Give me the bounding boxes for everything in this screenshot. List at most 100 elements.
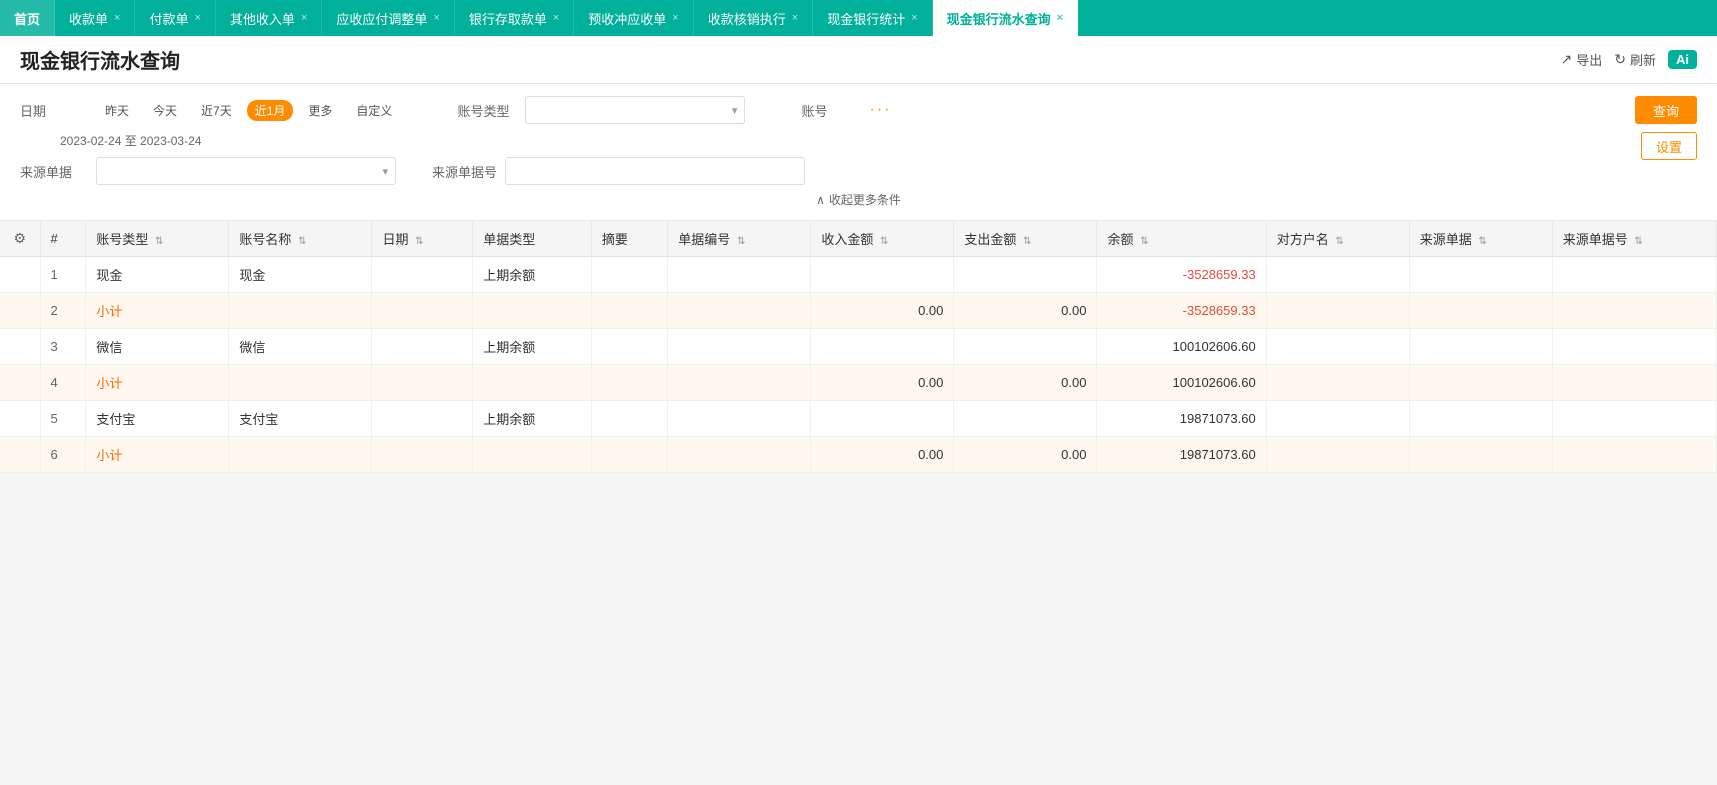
- col-summary: 摘要: [591, 221, 667, 257]
- cell-doc-type: [473, 437, 592, 473]
- cell-empty: [0, 257, 40, 293]
- sort-expense-icon[interactable]: ⇅: [1023, 236, 1031, 247]
- date-btn-yesterday[interactable]: 昨天: [96, 99, 138, 122]
- close-pre-receipt-icon[interactable]: ×: [672, 12, 678, 24]
- account-type-select[interactable]: [525, 96, 745, 124]
- cell-counterparty: [1266, 401, 1409, 437]
- col-doc-no[interactable]: 单据编号 ⇅: [668, 221, 811, 257]
- table-row: 4 小计 0.00 0.00 100102606.60: [0, 365, 1717, 401]
- cell-doc-no: [668, 293, 811, 329]
- column-settings-icon[interactable]: ⚙: [13, 230, 26, 246]
- cell-account-name: 微信: [229, 329, 372, 365]
- cell-account-type: 现金: [86, 257, 229, 293]
- cell-account-name: 支付宝: [229, 401, 372, 437]
- query-button[interactable]: 查询: [1635, 96, 1697, 124]
- cell-source-doc-no: [1552, 437, 1716, 473]
- cell-num: 1: [40, 257, 86, 293]
- close-receipt-verify-icon[interactable]: ×: [792, 12, 798, 24]
- sort-source-doc-no-icon[interactable]: ⇅: [1634, 236, 1642, 247]
- col-source-doc[interactable]: 来源单据 ⇅: [1409, 221, 1552, 257]
- export-icon: ↗: [1561, 51, 1573, 68]
- nav-pre-receipt[interactable]: 预收冲应收单 ×: [574, 0, 693, 36]
- cell-doc-no: [668, 257, 811, 293]
- sort-account-type-icon[interactable]: ⇅: [155, 236, 163, 247]
- date-options: 昨天 今天 近7天 近1月 更多 自定义: [96, 99, 401, 122]
- col-account-type[interactable]: 账号类型 ⇅: [86, 221, 229, 257]
- cell-counterparty: [1266, 437, 1409, 473]
- close-cash-bank-stat-icon[interactable]: ×: [911, 12, 917, 24]
- nav-receipt-verify[interactable]: 收款核销执行 ×: [694, 0, 813, 36]
- account-ellipsis-button[interactable]: ···: [869, 101, 891, 119]
- source-doc-select[interactable]: [96, 157, 396, 185]
- close-ar-ap-icon[interactable]: ×: [433, 12, 439, 24]
- table-header-row: ⚙ # 账号类型 ⇅ 账号名称 ⇅ 日期 ⇅ 单据类型: [0, 221, 1717, 257]
- nav-cash-bank-flow[interactable]: 现金银行流水查询 ×: [933, 0, 1078, 36]
- col-income[interactable]: 收入金额 ⇅: [811, 221, 954, 257]
- cell-balance: 100102606.60: [1097, 365, 1266, 401]
- source-doc-no-input[interactable]: [505, 157, 805, 185]
- close-receipt-icon[interactable]: ×: [114, 12, 120, 24]
- col-counterparty[interactable]: 对方户名 ⇅: [1266, 221, 1409, 257]
- nav-other-income[interactable]: 其他收入单 ×: [216, 0, 322, 36]
- col-num: #: [40, 221, 86, 257]
- nav-payment[interactable]: 付款单 ×: [135, 0, 215, 36]
- cell-income: 0.00: [811, 365, 954, 401]
- settings-button[interactable]: 设置: [1641, 132, 1697, 160]
- nav-home[interactable]: 首页: [0, 0, 55, 36]
- date-btn-today[interactable]: 今天: [144, 99, 186, 122]
- col-expense[interactable]: 支出金额 ⇅: [954, 221, 1097, 257]
- nav-cash-bank-stat[interactable]: 现金银行统计 ×: [813, 0, 932, 36]
- col-account-name[interactable]: 账号名称 ⇅: [229, 221, 372, 257]
- collapse-chevron-icon: ∧: [816, 193, 825, 207]
- right-buttons: 查询 设置: [1635, 96, 1697, 160]
- cell-source-doc-no: [1552, 293, 1716, 329]
- date-range-display: 2023-02-24 至 2023-03-24: [60, 134, 201, 148]
- cell-expense: [954, 401, 1097, 437]
- close-payment-icon[interactable]: ×: [194, 12, 200, 24]
- cell-date: [372, 329, 473, 365]
- date-btn-1month[interactable]: 近1月: [247, 100, 294, 121]
- cell-summary: [591, 437, 667, 473]
- date-btn-more[interactable]: 更多: [299, 99, 341, 122]
- cell-date: [372, 401, 473, 437]
- cell-account-type: 小计: [86, 365, 229, 401]
- cell-doc-type: 上期余额: [473, 329, 592, 365]
- cell-num: 5: [40, 401, 86, 437]
- export-button[interactable]: ↗ 导出: [1561, 50, 1603, 69]
- close-other-income-icon[interactable]: ×: [301, 12, 307, 24]
- cell-source-doc-no: [1552, 329, 1716, 365]
- nav-bank-deposit[interactable]: 银行存取款单 ×: [455, 0, 574, 36]
- close-cash-bank-flow-icon[interactable]: ×: [1057, 12, 1063, 24]
- col-source-doc-no[interactable]: 来源单据号 ⇅: [1552, 221, 1716, 257]
- sort-source-doc-icon[interactable]: ⇅: [1478, 236, 1486, 247]
- sort-doc-no-icon[interactable]: ⇅: [737, 236, 745, 247]
- sort-account-name-icon[interactable]: ⇅: [298, 236, 306, 247]
- cell-source-doc-no: [1552, 257, 1716, 293]
- cell-income: [811, 257, 954, 293]
- sort-date-icon[interactable]: ⇅: [415, 236, 423, 247]
- close-bank-deposit-icon[interactable]: ×: [553, 12, 559, 24]
- cell-source-doc: [1409, 401, 1552, 437]
- cell-summary: [591, 257, 667, 293]
- col-settings[interactable]: ⚙: [0, 221, 40, 257]
- date-btn-custom[interactable]: 自定义: [347, 99, 401, 122]
- cell-summary: [591, 293, 667, 329]
- refresh-button[interactable]: ↻ 刷新: [1614, 50, 1656, 69]
- nav-ar-ap-adjust[interactable]: 应收应付调整单 ×: [322, 0, 454, 36]
- collapse-bar[interactable]: ∧ 收起更多条件: [20, 191, 1697, 208]
- cell-account-type: 小计: [86, 293, 229, 329]
- col-date[interactable]: 日期 ⇅: [372, 221, 473, 257]
- cell-account-type: 微信: [86, 329, 229, 365]
- table-row: 5 支付宝 支付宝 上期余额 19871073.60: [0, 401, 1717, 437]
- cell-doc-type: 上期余额: [473, 257, 592, 293]
- sort-balance-icon[interactable]: ⇅: [1140, 236, 1148, 247]
- date-btn-7days[interactable]: 近7天: [192, 99, 241, 122]
- cell-date: [372, 437, 473, 473]
- col-balance[interactable]: 余额 ⇅: [1097, 221, 1266, 257]
- cell-income: 0.00: [811, 437, 954, 473]
- sort-counterparty-icon[interactable]: ⇅: [1335, 236, 1343, 247]
- nav-receipt[interactable]: 收款单 ×: [55, 0, 135, 36]
- source-doc-wrapper: ▾: [96, 157, 396, 185]
- ai-button[interactable]: Ai: [1668, 50, 1697, 69]
- sort-income-icon[interactable]: ⇅: [880, 236, 888, 247]
